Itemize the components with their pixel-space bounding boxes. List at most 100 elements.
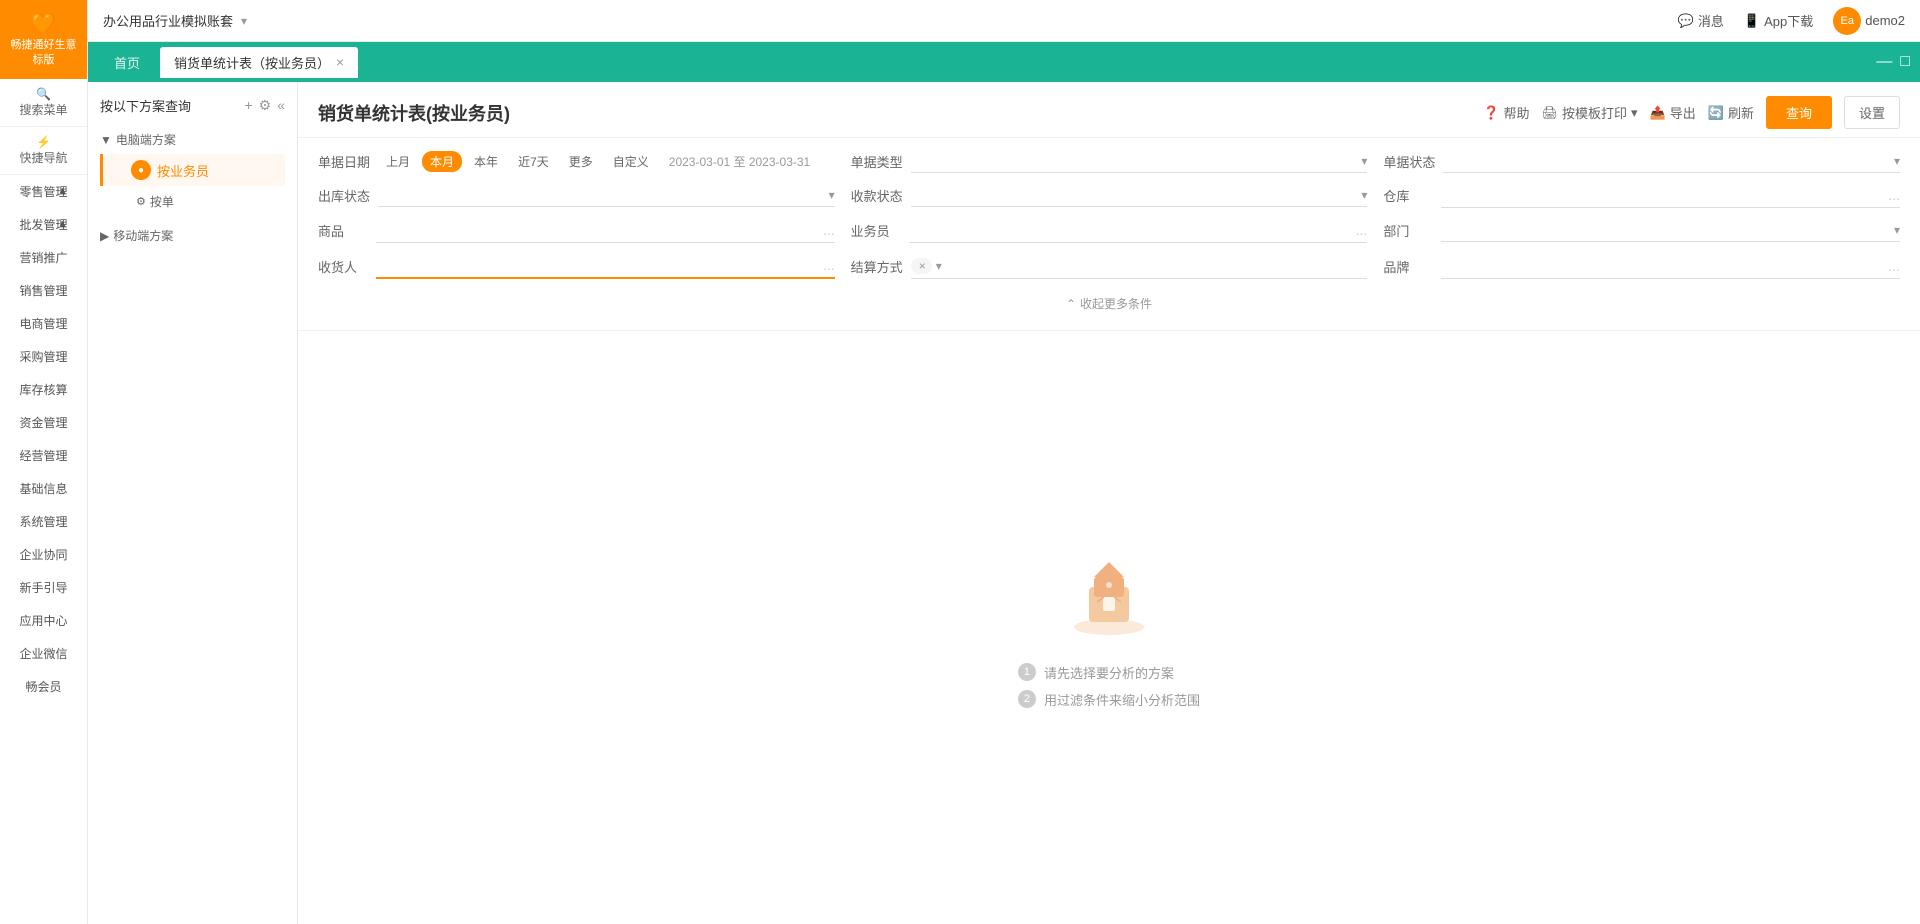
mobile-scheme-group: ▶ 移动端方案 xyxy=(88,219,297,252)
desktop-scheme-title[interactable]: ▼ 电脑端方案 xyxy=(100,127,285,152)
collapse-btn[interactable]: ⌃ 收起更多条件 xyxy=(318,289,1900,318)
settings-scheme-btn[interactable]: ⚙ xyxy=(259,97,272,114)
docstatus-control[interactable]: ▾ xyxy=(1443,150,1900,173)
date-tabs: 上月 本月 本年 近7天 更多 自定义 xyxy=(378,151,657,172)
sidebar-item-6[interactable]: 库存核算 xyxy=(14,373,72,406)
filter-row-1: 单据日期 上月 本月 本年 近7天 更多 自定义 2023-03-01 至 20… xyxy=(318,150,1900,173)
date-tab-custom[interactable]: 自定义 xyxy=(605,151,657,172)
sidebar-item-label-2: 营销推广 xyxy=(19,251,67,265)
user-name: demo2 xyxy=(1865,13,1905,28)
sidebar-item-14[interactable]: 企业微信 xyxy=(14,637,72,670)
date-tab-year[interactable]: 本年 xyxy=(466,151,506,172)
scheme-salesman-label: 按业务员 xyxy=(157,161,209,180)
maximize-btn[interactable]: □ xyxy=(1900,53,1910,71)
tab-active[interactable]: 销货单统计表（按业务员） × xyxy=(160,47,358,78)
sidebar-search[interactable]: 🔍 帮助 搜索菜单 xyxy=(0,79,87,127)
filter-area: 单据日期 上月 本月 本年 近7天 更多 自定义 2023-03-01 至 20… xyxy=(298,138,1920,331)
receiptstatus-control[interactable]: ▾ xyxy=(911,184,1368,207)
date-tab-prev[interactable]: 上月 xyxy=(378,151,418,172)
app-logo[interactable]: 🧡 畅捷通好生意 标版 xyxy=(0,0,87,79)
left-panel-header: 按以下方案查询 + ⚙ « xyxy=(88,92,297,123)
export-btn[interactable]: 📤 导出 xyxy=(1650,103,1696,122)
refresh-btn[interactable]: 🔄 刷新 xyxy=(1708,103,1754,122)
date-tab-7d[interactable]: 近7天 xyxy=(510,151,557,172)
collapse-label: 收起更多条件 xyxy=(1080,295,1152,312)
tip-text-1: 请先选择要分析的方案 xyxy=(1044,663,1174,682)
sidebar-item-0[interactable]: 零售管理▲ xyxy=(14,175,72,208)
sidebar-item-5[interactable]: 采购管理 xyxy=(14,340,72,373)
collapse-scheme-btn[interactable]: « xyxy=(277,97,285,114)
mobile-scheme-title[interactable]: ▶ 移动端方案 xyxy=(100,223,285,248)
settings-button[interactable]: 设置 xyxy=(1844,96,1900,129)
sidebar-item-3[interactable]: 销售管理 xyxy=(14,274,72,307)
message-btn[interactable]: 💬 消息 xyxy=(1678,11,1724,30)
scheme-title-label: 电脑端方案 xyxy=(116,131,176,148)
tab-close-btn[interactable]: × xyxy=(336,54,344,70)
settlement-clear-btn[interactable]: × xyxy=(919,259,926,273)
sidebar-item-label-10: 系统管理 xyxy=(19,515,67,529)
industry-dropdown[interactable]: ▾ xyxy=(241,14,247,28)
warehouse-control[interactable]: ... xyxy=(1441,183,1900,208)
scheme-active-icon: ● xyxy=(131,160,151,180)
date-label: 单据日期 xyxy=(318,152,370,171)
sidebar-item-label-9: 基础信息 xyxy=(19,482,67,496)
message-icon: 💬 xyxy=(1678,13,1694,29)
minimize-btn[interactable]: — xyxy=(1876,53,1892,71)
sidebar-item-4[interactable]: 电商管理 xyxy=(14,307,72,340)
user-menu[interactable]: Ea demo2 xyxy=(1833,7,1905,35)
sidebar-item-15[interactable]: 畅会员 xyxy=(14,670,72,703)
goods-control[interactable]: ... xyxy=(376,218,835,243)
brand-control[interactable]: ... xyxy=(1441,254,1900,279)
outstatus-control[interactable]: ▾ xyxy=(378,184,835,207)
scheme-header-label: 按以下方案查询 xyxy=(100,96,191,115)
sidebar-item-12[interactable]: 新手引导 xyxy=(14,571,72,604)
scheme-by-order[interactable]: ⚙ 按单 xyxy=(100,188,285,215)
query-button[interactable]: 查询 xyxy=(1766,96,1832,129)
sidebar-item-8[interactable]: 经营管理 xyxy=(14,439,72,472)
docstatus-arrow: ▾ xyxy=(1894,154,1900,168)
refresh-label: 刷新 xyxy=(1728,103,1754,122)
brand-label: 品牌 xyxy=(1383,257,1433,276)
content-area: 按以下方案查询 + ⚙ « ▼ 电脑端方案 ● 按业务员 ⚙ 按单 xyxy=(88,82,1920,924)
right-panel-header: 销货单统计表(按业务员) ❓ 帮助 🖨 按模板打印 ▾ 📤 导出 xyxy=(298,82,1920,138)
search-text: 搜索菜单 xyxy=(19,103,67,117)
sidebar-item-10[interactable]: 系统管理 xyxy=(14,505,72,538)
message-label: 消息 xyxy=(1698,11,1724,30)
print-arrow: ▾ xyxy=(1631,105,1638,121)
outstatus-arrow: ▾ xyxy=(829,188,835,202)
empty-state: 1 请先选择要分析的方案 2 用过滤条件来缩小分析范围 xyxy=(298,331,1920,924)
sidebar-item-7[interactable]: 资金管理 xyxy=(14,406,72,439)
logo-text: 畅捷通好生意 xyxy=(11,39,77,51)
print-btn[interactable]: 🖨 按模板打印 ▾ xyxy=(1542,103,1638,122)
outstatus-label: 出库状态 xyxy=(318,186,370,205)
sidebar-quick-nav[interactable]: ⚡ 快捷导航 xyxy=(0,127,87,175)
department-control[interactable]: ▾ xyxy=(1441,219,1900,242)
tab-home[interactable]: 首页 xyxy=(98,47,156,78)
sidebar-item-11[interactable]: 企业协同 xyxy=(14,538,72,571)
scheme-salesman[interactable]: ● 按业务员 xyxy=(100,154,285,186)
logo-icon: 🧡 xyxy=(5,10,82,38)
avatar: Ea xyxy=(1833,7,1861,35)
date-tab-more[interactable]: 更多 xyxy=(561,151,601,172)
filter-department-item: 部门 ▾ xyxy=(1383,219,1900,242)
settlement-control[interactable]: × ▾ xyxy=(911,254,1368,279)
receiptstatus-arrow: ▾ xyxy=(1361,188,1367,202)
topbar-left: 办公用品行业模拟账套 ▾ xyxy=(103,11,247,30)
tabbar: 首页 销货单统计表（按业务员） × — □ xyxy=(88,42,1920,82)
sidebar-arrow-1: ▲ xyxy=(58,219,68,230)
salesman-control[interactable]: ... xyxy=(909,218,1368,243)
empty-tip-2: 2 用过滤条件来缩小分析范围 xyxy=(1018,690,1200,709)
help-btn[interactable]: ❓ 帮助 xyxy=(1483,103,1529,122)
sidebar-item-1[interactable]: 批发管理▲ xyxy=(14,208,72,241)
sidebar-item-2[interactable]: 营销推广 xyxy=(14,241,72,274)
doctype-control[interactable]: ▾ xyxy=(911,150,1368,173)
date-tab-cur[interactable]: 本月 xyxy=(422,151,462,172)
doctype-arrow: ▾ xyxy=(1361,154,1367,168)
app-download-btn[interactable]: 📱 App下载 xyxy=(1744,11,1813,30)
export-label: 导出 xyxy=(1670,103,1696,122)
add-scheme-btn[interactable]: + xyxy=(244,97,252,114)
sidebar-item-13[interactable]: 应用中心 xyxy=(14,604,72,637)
sidebar-item-label-8: 经营管理 xyxy=(19,449,67,463)
sidebar-item-9[interactable]: 基础信息 xyxy=(14,472,72,505)
consignee-control[interactable]: ... xyxy=(376,253,835,279)
